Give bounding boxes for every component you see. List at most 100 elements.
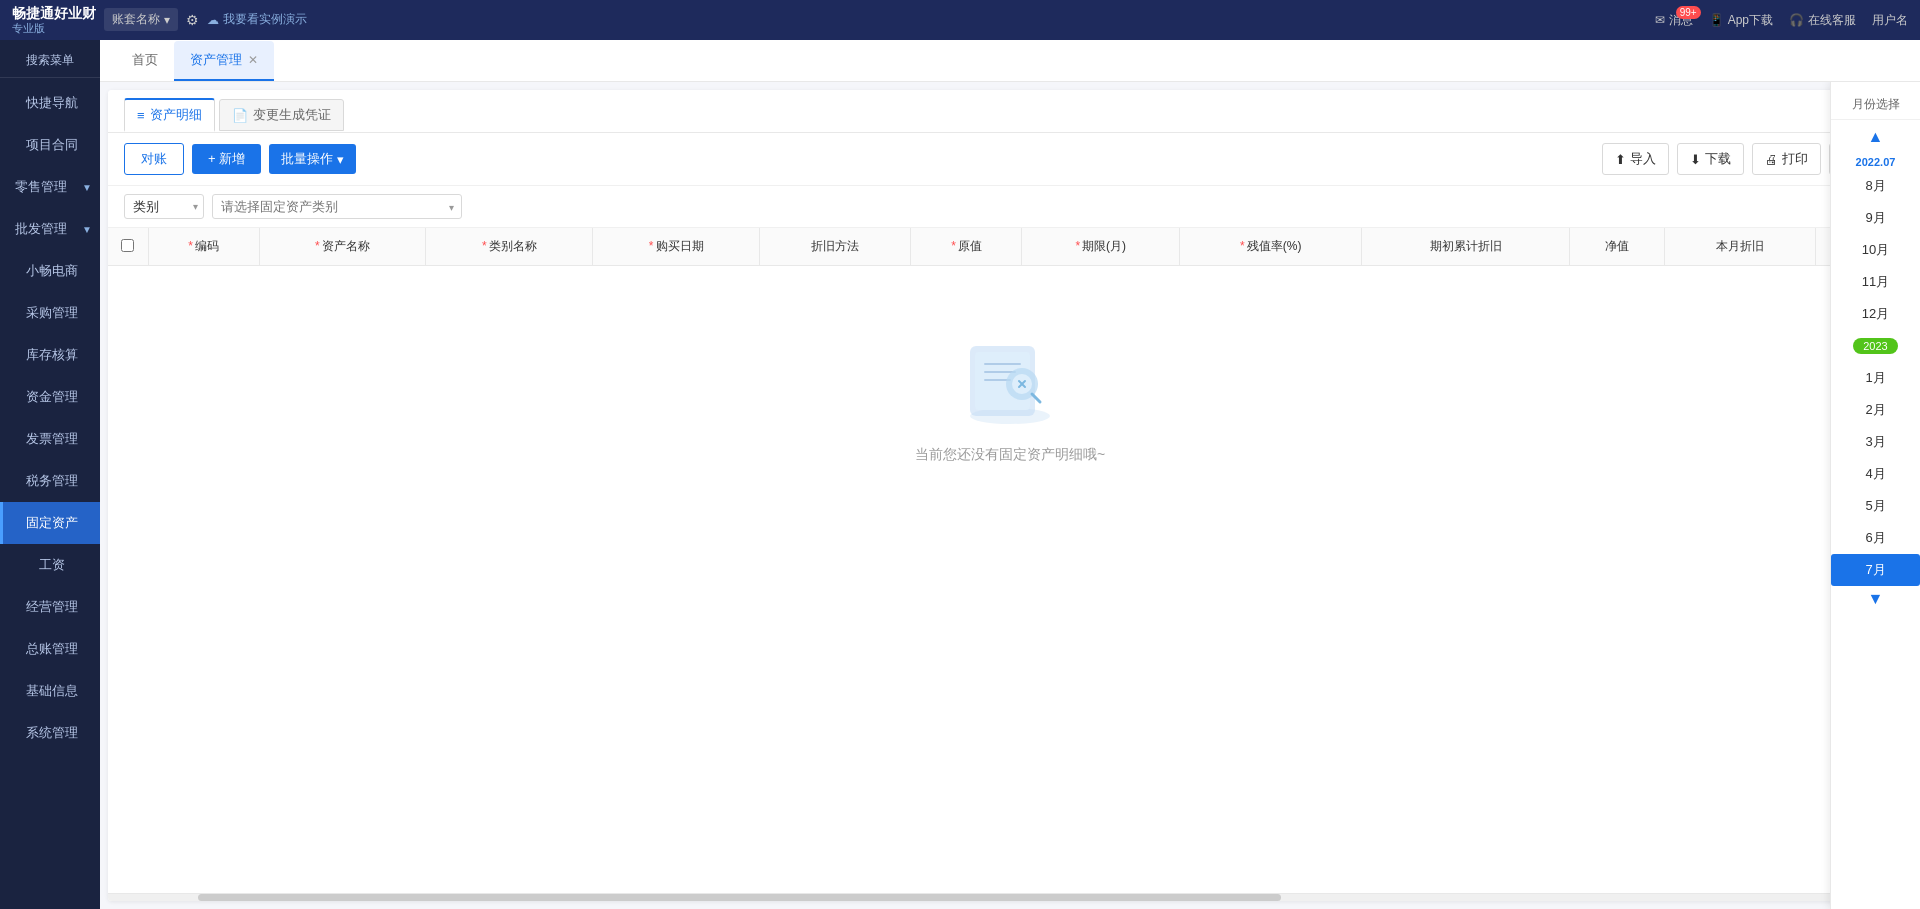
- brand-logo: 畅捷通好业财 专业版: [12, 5, 96, 35]
- top-bar-left: 畅捷通好业财 专业版 账套名称 ▾ ⚙ ☁ 我要看实例演示: [12, 5, 307, 35]
- asset-table: *编码 *资产名称 *类别名称 *购买日期 折旧方法 *原值 *期限(月) *残…: [108, 228, 1912, 266]
- category-select[interactable]: 类别: [124, 194, 204, 219]
- month-9[interactable]: 9月: [1831, 202, 1920, 234]
- sidebar-item-basic-info[interactable]: 基础信息: [0, 670, 100, 712]
- app-download-button[interactable]: 📱 App下载: [1709, 12, 1773, 29]
- sidebar-item-fixed-assets[interactable]: 固定资产: [0, 502, 100, 544]
- sidebar-item-tax[interactable]: 税务管理: [0, 460, 100, 502]
- batch-button[interactable]: 批量操作 ▾: [269, 144, 356, 174]
- search-menu-item[interactable]: 搜索菜单: [0, 44, 100, 78]
- sidebar-item-operations[interactable]: 经营管理: [0, 586, 100, 628]
- select-all-cell: [108, 228, 148, 266]
- settings-icon[interactable]: ⚙: [186, 12, 199, 28]
- sidebar-item-finance[interactable]: 资金管理: [0, 376, 100, 418]
- empty-illustration: [950, 326, 1070, 426]
- main-layout: 搜索菜单 快捷导航 项目合同 零售管理 ▼ 批发管理 ▼ 小畅电商 采购管理 库…: [0, 40, 1920, 909]
- tab-home-label: 首页: [132, 51, 158, 69]
- import-icon: ⬆: [1615, 152, 1626, 167]
- empty-message: 当前您还没有固定资产明细哦~: [915, 446, 1105, 464]
- sub-tab-change-voucher[interactable]: 📄 变更生成凭证: [219, 99, 344, 131]
- sub-tabs: ≡ 资产明细 📄 变更生成凭证: [108, 90, 1912, 133]
- month-12[interactable]: 12月: [1831, 298, 1920, 330]
- scrollbar-thumb[interactable]: [198, 894, 1280, 901]
- col-residual-rate: *残值率(%): [1180, 228, 1362, 266]
- month-10[interactable]: 10月: [1831, 234, 1920, 266]
- select-all-checkbox[interactable]: [121, 239, 134, 252]
- sidebar-item-invoice[interactable]: 发票管理: [0, 418, 100, 460]
- horizontal-scrollbar[interactable]: [108, 893, 1912, 901]
- sidebar-item-ecommerce[interactable]: 小畅电商: [0, 250, 100, 292]
- edition-label: 专业版: [12, 22, 96, 35]
- chevron-down-icon: ▾: [337, 152, 344, 167]
- month-1[interactable]: 1月: [1831, 362, 1920, 394]
- cloud-icon: ☁: [207, 13, 219, 27]
- sidebar-item-wholesale[interactable]: 批发管理 ▼: [0, 208, 100, 250]
- customer-service-button[interactable]: 🎧 在线客服: [1789, 12, 1856, 29]
- month-3[interactable]: 3月: [1831, 426, 1920, 458]
- filter-row: 类别 ▾ ▾: [108, 186, 1912, 228]
- tab-home[interactable]: 首页: [116, 41, 174, 81]
- download-button[interactable]: ⬇ 下载: [1677, 143, 1744, 175]
- tab-asset-management[interactable]: 资产管理 ✕: [174, 41, 274, 81]
- sidebar-item-retail[interactable]: 零售管理 ▼: [0, 166, 100, 208]
- col-monthly-depreciation: 本月折旧: [1665, 228, 1816, 266]
- month-4[interactable]: 4月: [1831, 458, 1920, 490]
- mobile-icon: 📱: [1709, 13, 1724, 27]
- sub-tab-voucher-label: 变更生成凭证: [253, 106, 331, 124]
- account-selector[interactable]: 账套名称 ▾: [104, 8, 178, 31]
- page-content: ≡ 资产明细 📄 变更生成凭证 对账 + 新增 批量操作 ▾: [100, 82, 1920, 909]
- col-name: *资产名称: [259, 228, 426, 266]
- chevron-down-icon: ▼: [82, 182, 92, 193]
- import-button[interactable]: ⬆ 导入: [1602, 143, 1669, 175]
- sidebar-item-inventory[interactable]: 库存核算: [0, 334, 100, 376]
- col-purchase-date: *购买日期: [593, 228, 760, 266]
- sidebar-item-nav[interactable]: 快捷导航: [0, 82, 100, 124]
- headset-icon: 🎧: [1789, 13, 1804, 27]
- col-code: *编码: [148, 228, 259, 266]
- month-selector-panel: 月份选择 ▲ 2022.07 8月 9月 10月 11月 12月 2023 1月…: [1830, 82, 1920, 909]
- month-up-arrow[interactable]: ▲: [1868, 124, 1884, 150]
- print-button[interactable]: 🖨 打印: [1752, 143, 1821, 175]
- chevron-down-icon: ▾: [164, 13, 170, 27]
- message-badge: 99+: [1676, 6, 1701, 19]
- add-button[interactable]: + 新增: [192, 144, 261, 174]
- month-2[interactable]: 2月: [1831, 394, 1920, 426]
- sidebar-item-system[interactable]: 系统管理: [0, 712, 100, 754]
- sidebar-item-salary[interactable]: 工资: [0, 544, 100, 586]
- top-bar-right: ✉ 消息 99+ 📱 App下载 🎧 在线客服 用户名: [1655, 12, 1908, 29]
- toolbar: 对账 + 新增 批量操作 ▾ ⬆ 导入 ⬇ 下载: [108, 133, 1912, 186]
- tab-close-icon[interactable]: ✕: [248, 53, 258, 67]
- demo-text: 我要看实例演示: [223, 11, 307, 28]
- month-7[interactable]: 7月: [1831, 554, 1920, 586]
- month-11[interactable]: 11月: [1831, 266, 1920, 298]
- asset-category-input[interactable]: [212, 194, 462, 219]
- year-2022-label: 2022.07: [1831, 150, 1920, 170]
- sidebar-item-general-ledger[interactable]: 总账管理: [0, 628, 100, 670]
- month-down-arrow[interactable]: ▼: [1868, 586, 1884, 612]
- month-6[interactable]: 6月: [1831, 522, 1920, 554]
- account-name: 账套名称: [112, 11, 160, 28]
- sub-tab-asset-detail[interactable]: ≡ 资产明细: [124, 98, 215, 132]
- month-8[interactable]: 8月: [1831, 170, 1920, 202]
- sidebar-item-project[interactable]: 项目合同: [0, 124, 100, 166]
- message-icon: ✉: [1655, 13, 1665, 27]
- reconcile-button[interactable]: 对账: [124, 143, 184, 175]
- year-2023-badge: 2023: [1853, 338, 1897, 354]
- list-icon: ≡: [137, 108, 145, 123]
- col-original-value: *原值: [911, 228, 1022, 266]
- col-accumulated-depreciation: 期初累计折旧: [1362, 228, 1569, 266]
- sidebar-item-purchase[interactable]: 采购管理: [0, 292, 100, 334]
- empty-state: 当前您还没有固定资产明细哦~: [108, 266, 1912, 524]
- user-menu[interactable]: 用户名: [1872, 12, 1908, 29]
- top-bar: 畅捷通好业财 专业版 账套名称 ▾ ⚙ ☁ 我要看实例演示 ✉ 消息 99+ 📱…: [0, 0, 1920, 40]
- table-header: *编码 *资产名称 *类别名称 *购买日期 折旧方法 *原值 *期限(月) *残…: [108, 228, 1912, 266]
- tab-bar: 首页 资产管理 ✕: [100, 40, 1920, 82]
- message-button[interactable]: ✉ 消息 99+: [1655, 12, 1693, 29]
- demo-link[interactable]: ☁ 我要看实例演示: [207, 11, 307, 28]
- print-icon: 🖨: [1765, 152, 1778, 167]
- brand-name: 畅捷通好业财: [12, 5, 96, 22]
- content-area: 首页 资产管理 ✕ ≡ 资产明细 📄 变更生成凭证: [100, 40, 1920, 909]
- download-icon: ⬇: [1690, 152, 1701, 167]
- col-depreciation-method: 折旧方法: [760, 228, 911, 266]
- month-5[interactable]: 5月: [1831, 490, 1920, 522]
